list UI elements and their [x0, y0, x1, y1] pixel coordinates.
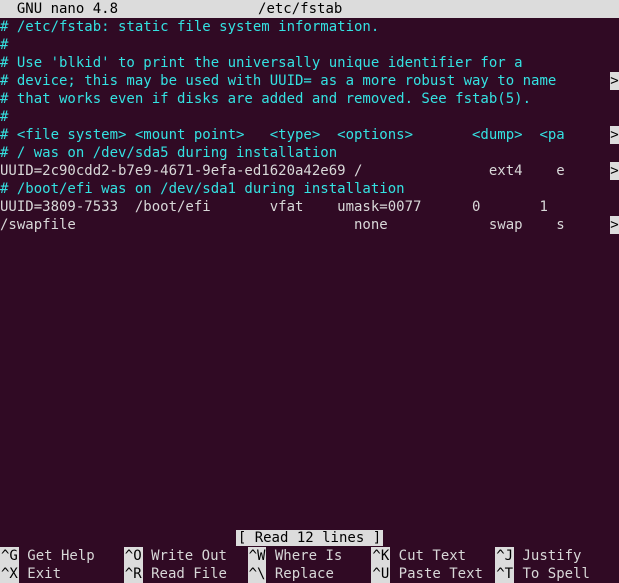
file-line[interactable]: # Use 'blkid' to print the universally u…	[0, 54, 619, 72]
shortcut-label: Read File	[143, 566, 227, 582]
plain-text: UUID=2c90cdd2-b7e9-4671-9efa-ed1620a42e6…	[0, 163, 565, 179]
help-row: ^X Exit^R Read File^\ Replace^U Paste Te…	[0, 565, 619, 583]
shortcut-hint[interactable]: ^X Exit	[0, 565, 124, 583]
file-line[interactable]: #	[0, 36, 619, 54]
file-line[interactable]: #	[0, 108, 619, 126]
shortcut-label: To Spell	[514, 566, 590, 582]
comment-text: # Use 'blkid' to print the universally u…	[0, 55, 523, 71]
overflow-indicator: >	[610, 216, 619, 234]
shortcut-label: Justify	[514, 548, 581, 564]
comment-text: # <file system> <mount point> <type> <op…	[0, 127, 565, 143]
comment-text: # / was on /dev/sda5 during installation	[0, 145, 337, 161]
status-bar: [ Read 12 lines ]	[0, 529, 619, 547]
shortcut-label: Where Is	[266, 548, 342, 564]
shortcut-hint[interactable]: ^W Where Is	[248, 547, 372, 565]
app-name: GNU nano 4.8	[0, 0, 118, 18]
shortcut-key: ^X	[0, 565, 19, 583]
shortcut-label: Cut Text	[390, 548, 466, 564]
file-name: /etc/fstab	[118, 0, 619, 18]
file-line[interactable]: # device; this may be used with UUID= as…	[0, 72, 619, 90]
status-text: [ Read 12 lines ]	[236, 530, 383, 546]
help-bar: ^G Get Help^O Write Out^W Where Is^K Cut…	[0, 547, 619, 583]
shortcut-key: ^J	[495, 547, 514, 565]
file-line[interactable]: UUID=2c90cdd2-b7e9-4671-9efa-ed1620a42e6…	[0, 162, 619, 180]
comment-text: # /boot/efi was on /dev/sda1 during inst…	[0, 181, 405, 197]
title-bar: GNU nano 4.8 /etc/fstab	[0, 0, 619, 18]
overflow-indicator: >	[610, 126, 619, 144]
file-line[interactable]: UUID=3809-7533 /boot/efi vfat umask=0077…	[0, 198, 619, 216]
shortcut-key: ^U	[371, 565, 390, 583]
editor-content[interactable]: # /etc/fstab: static file system informa…	[0, 18, 619, 529]
plain-text: /swapfile none swap s	[0, 217, 565, 233]
shortcut-label: Replace	[266, 566, 333, 582]
shortcut-label: Write Out	[143, 548, 227, 564]
shortcut-hint[interactable]: ^J Justify	[495, 547, 619, 565]
shortcut-hint[interactable]: ^\ Replace	[248, 565, 372, 583]
help-row: ^G Get Help^O Write Out^W Where Is^K Cut…	[0, 547, 619, 565]
file-line[interactable]: # / was on /dev/sda5 during installation	[0, 144, 619, 162]
comment-text: #	[0, 109, 8, 125]
shortcut-key: ^W	[248, 547, 267, 565]
overflow-indicator: >	[610, 72, 619, 90]
file-line[interactable]: # that works even if disks are added and…	[0, 90, 619, 108]
shortcut-label: Paste Text	[390, 566, 483, 582]
file-line[interactable]: # <file system> <mount point> <type> <op…	[0, 126, 619, 144]
comment-text: # /etc/fstab: static file system informa…	[0, 19, 379, 35]
shortcut-hint[interactable]: ^T To Spell	[495, 565, 619, 583]
shortcut-hint[interactable]: ^U Paste Text	[371, 565, 495, 583]
comment-text: # that works even if disks are added and…	[0, 91, 531, 107]
overflow-indicator: >	[610, 162, 619, 180]
shortcut-key: ^T	[495, 565, 514, 583]
nano-editor: GNU nano 4.8 /etc/fstab # /etc/fstab: st…	[0, 0, 619, 583]
shortcut-key: ^O	[124, 547, 143, 565]
comment-text: # device; this may be used with UUID= as…	[0, 73, 565, 89]
shortcut-key: ^G	[0, 547, 19, 565]
plain-text: UUID=3809-7533 /boot/efi vfat umask=0077…	[0, 199, 548, 215]
shortcut-label: Get Help	[19, 548, 95, 564]
shortcut-key: ^R	[124, 565, 143, 583]
shortcut-hint[interactable]: ^O Write Out	[124, 547, 248, 565]
file-line[interactable]: # /boot/efi was on /dev/sda1 during inst…	[0, 180, 619, 198]
shortcut-hint[interactable]: ^R Read File	[124, 565, 248, 583]
shortcut-hint[interactable]: ^G Get Help	[0, 547, 124, 565]
shortcut-label: Exit	[19, 566, 61, 582]
file-line[interactable]: # /etc/fstab: static file system informa…	[0, 18, 619, 36]
shortcut-key: ^\	[248, 565, 267, 583]
file-line[interactable]: /swapfile none swap s	[0, 216, 619, 234]
comment-text: #	[0, 37, 8, 53]
shortcut-hint[interactable]: ^K Cut Text	[371, 547, 495, 565]
shortcut-key: ^K	[371, 547, 390, 565]
